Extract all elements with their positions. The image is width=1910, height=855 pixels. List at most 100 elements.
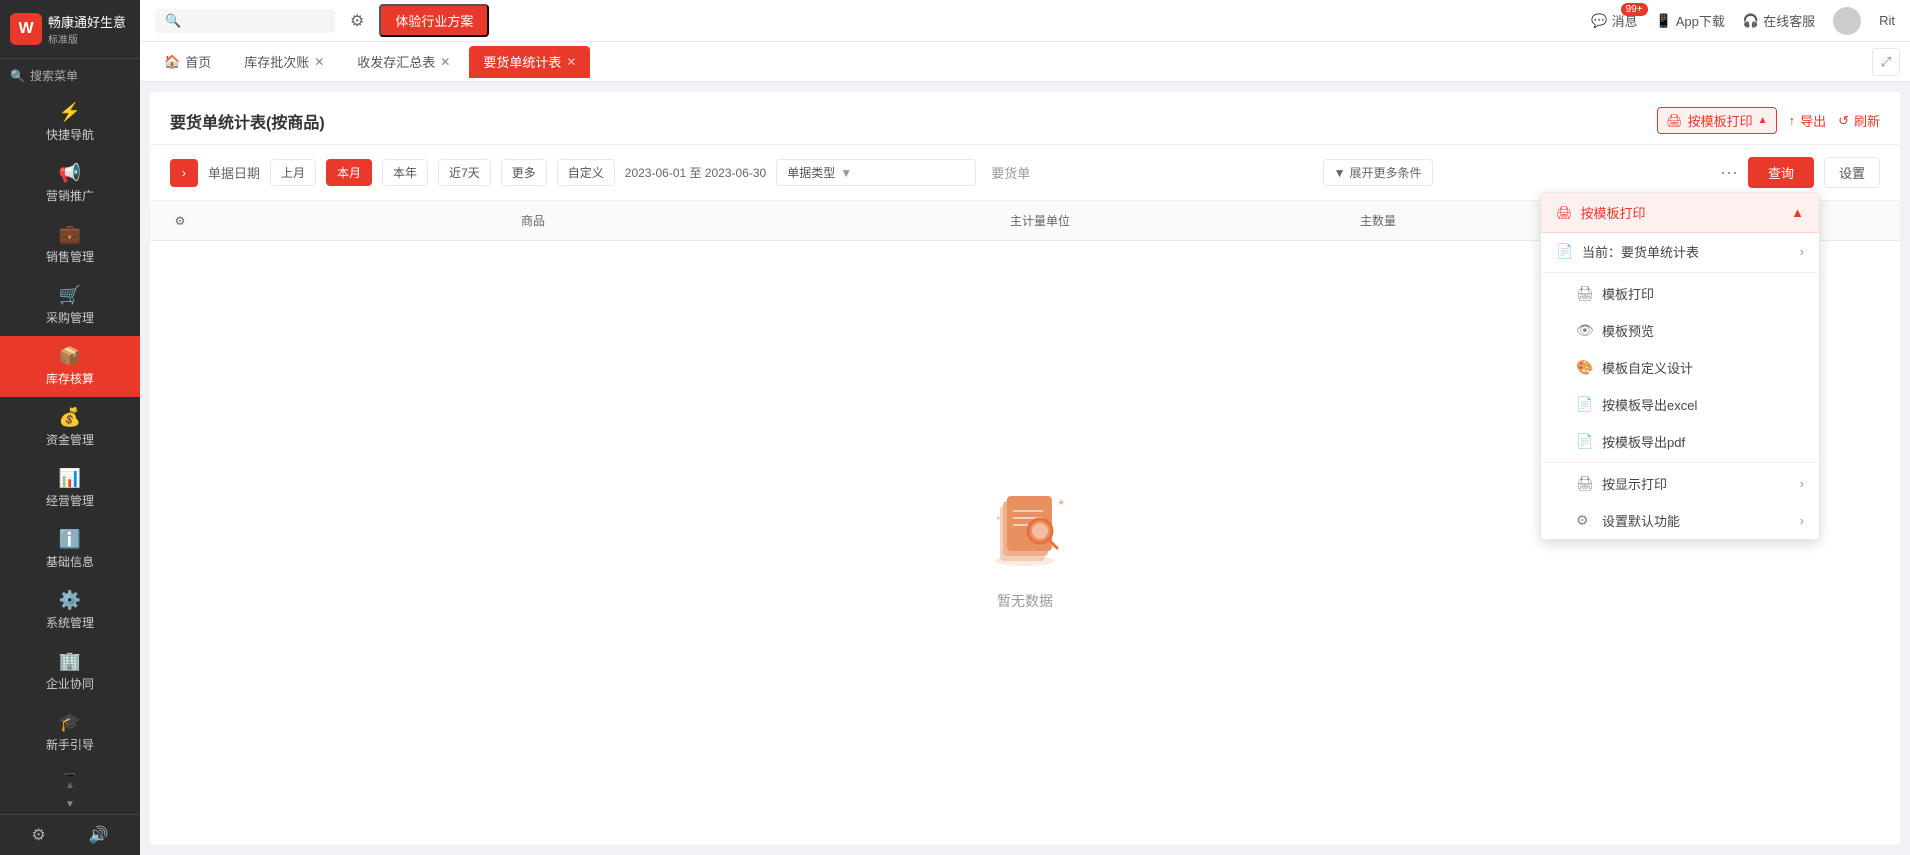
topbar: 🔍 ⚙ 体验行业方案 💬 消息 99+ 📱 App下载 🎧 在线客服 Rit [140, 0, 1910, 42]
app-icon: 📱 [1656, 13, 1672, 29]
tab-receipts-summary[interactable]: 收发存汇总表 ✕ [343, 46, 464, 78]
user-avatar[interactable] [1833, 7, 1861, 35]
refresh-button[interactable]: ↺ 刷新 [1838, 111, 1880, 130]
sidebar: W 畅康通好生意 标准版 🔍 搜索菜单 ⚡ 快捷导航 📢 营销推广 💼 销售管理… [0, 0, 140, 855]
sidebar-item-basic[interactable]: ℹ️ 基础信息 [0, 519, 140, 580]
sidebar-item-app-center[interactable]: 📱 应用中心 [0, 763, 140, 776]
expand-more-button[interactable]: ▼ 展开更多条件 [1323, 159, 1433, 186]
date-label: 单据日期 [208, 163, 260, 182]
chevron-right-icon: › [182, 166, 186, 180]
scroll-up-indicator[interactable]: ▲ [65, 780, 75, 791]
date-current-year[interactable]: 本年 [382, 159, 428, 186]
template-pdf-item[interactable]: 📄 按模板导出pdf [1541, 423, 1819, 460]
empty-text: 暂无数据 [997, 591, 1053, 611]
settings-button[interactable]: 设置 [1824, 157, 1880, 188]
nav-icon-operation: 📊 [59, 468, 81, 489]
sidebar-item-purchase[interactable]: 🛒 采购管理 [0, 275, 140, 336]
nav-icon-finance: 💰 [59, 407, 81, 428]
print-dropdown-title: 🖨 按模板打印 [1556, 203, 1646, 222]
date-current-month[interactable]: 本月 [326, 159, 372, 186]
sidebar-item-sales[interactable]: 💼 销售管理 [0, 214, 140, 275]
settings-icon[interactable]: ⚙ [31, 825, 45, 845]
col-product: 商品 [195, 212, 871, 229]
template-design-icon: 🎨 [1576, 359, 1592, 376]
username-label: Rit [1879, 13, 1895, 28]
date-last-month[interactable]: 上月 [270, 159, 316, 186]
trial-button[interactable]: 体验行业方案 [379, 4, 489, 37]
sidebar-search[interactable]: 🔍 搜索菜单 [0, 59, 140, 92]
tab-home[interactable]: 🏠 首页 [150, 46, 225, 78]
date-custom[interactable]: 自定义 [557, 159, 615, 186]
export-button[interactable]: ↑ 导出 [1789, 111, 1827, 130]
scroll-down-indicator[interactable]: ▼ [65, 799, 75, 810]
nav-icon-quick: ⚡ [59, 102, 81, 123]
display-print-icon: 🖨 [1576, 475, 1592, 492]
filter-toggle-button[interactable]: › [170, 159, 198, 187]
sidebar-item-finance[interactable]: 💰 资金管理 [0, 397, 140, 458]
dropdown-divider-2 [1541, 462, 1819, 463]
speaker-icon[interactable]: 🔊 [89, 825, 109, 845]
current-doc-icon: 📄 [1556, 243, 1572, 260]
query-button[interactable]: 查询 [1748, 157, 1814, 188]
main-area: 🔍 ⚙ 体验行业方案 💬 消息 99+ 📱 App下载 🎧 在线客服 Rit [140, 0, 1910, 855]
sidebar-item-enterprise[interactable]: 🏢 企业协同 [0, 641, 140, 702]
tab-batch-account[interactable]: 库存批次账 ✕ [230, 46, 338, 78]
sidebar-item-system[interactable]: ⚙️ 系统管理 [0, 580, 140, 641]
dropdown-divider-1 [1541, 272, 1819, 273]
sidebar-item-beginner[interactable]: 🎓 新手引导 [0, 702, 140, 763]
date-7days[interactable]: 近7天 [438, 159, 491, 186]
template-print-item[interactable]: 🖨 模板打印 [1541, 275, 1819, 312]
message-icon: 💬 [1591, 13, 1607, 29]
search-icon: 🔍 [10, 69, 25, 83]
refresh-icon: ↺ [1838, 113, 1849, 129]
nav-icon-inventory: 📦 [59, 346, 81, 367]
app-download-button[interactable]: 📱 App下载 [1656, 11, 1725, 30]
template-excel-icon: 📄 [1576, 396, 1592, 413]
col-settings[interactable]: ⚙ [165, 214, 195, 228]
topbar-gear-icon[interactable]: ⚙ [350, 11, 364, 31]
print-dropdown-icon: 🖨 [1556, 205, 1573, 221]
topbar-search-input[interactable] [186, 14, 316, 28]
template-excel-item[interactable]: 📄 按模板导出excel [1541, 386, 1819, 423]
topbar-search-icon: 🔍 [165, 13, 181, 29]
print-current-item[interactable]: 📄 当前：要货单统计表 › [1541, 233, 1819, 270]
logo-text: 畅康通好生意 标准版 [48, 12, 126, 46]
expand-down-icon: ▼ [1334, 166, 1346, 180]
message-button[interactable]: 💬 消息 99+ [1591, 11, 1637, 30]
print-arrow-up-icon: ▲ [1758, 115, 1768, 126]
tab-bar: 🏠 首页 库存批次账 ✕ 收发存汇总表 ✕ 要货单统计表 ✕ ⤢ [140, 42, 1910, 82]
display-print-item[interactable]: 🖨 按显示打印 › [1541, 465, 1819, 502]
print-template-button[interactable]: 🖨 按模板打印 ▲ [1657, 107, 1776, 134]
default-func-item[interactable]: ⚙ 设置默认功能 › [1541, 502, 1819, 539]
print-dropdown-header[interactable]: 🖨 按模板打印 ▲ [1541, 193, 1819, 233]
type-filter-select[interactable]: 单据类型 ▼ [776, 159, 976, 186]
col-unit: 主计量单位 [871, 212, 1209, 229]
svg-text:✦: ✦ [995, 514, 1002, 523]
template-design-item[interactable]: 🎨 模板自定义设计 [1541, 349, 1819, 386]
current-sub-arrow: › [1800, 244, 1804, 259]
topbar-search-box[interactable]: 🔍 [155, 9, 335, 33]
sidebar-item-marketing[interactable]: 📢 营销推广 [0, 153, 140, 214]
template-preview-item[interactable]: 👁 模板预览 [1541, 312, 1819, 349]
date-more[interactable]: 更多 [501, 159, 547, 186]
content-area: 要货单统计表(按商品) 🖨 按模板打印 ▲ ↑ 导出 ↺ 刷新 [140, 82, 1910, 855]
display-print-sub-arrow: › [1800, 476, 1804, 491]
online-service-button[interactable]: 🎧 在线客服 [1743, 11, 1815, 30]
sidebar-item-quick-nav[interactable]: ⚡ 快捷导航 [0, 92, 140, 153]
sidebar-item-inventory[interactable]: 📦 库存核算 [0, 336, 140, 397]
tab-close-receipts[interactable]: ✕ [440, 55, 450, 69]
sidebar-item-operation[interactable]: 📊 经营管理 [0, 458, 140, 519]
page-actions: 🖨 按模板打印 ▲ ↑ 导出 ↺ 刷新 [1657, 107, 1880, 134]
tab-close-order-stats[interactable]: ✕ [566, 55, 576, 69]
tab-order-stats[interactable]: 要货单统计表 ✕ [469, 46, 590, 78]
window-expand-button[interactable]: ⤢ [1872, 48, 1900, 76]
more-options-button[interactable]: ··· [1720, 162, 1738, 183]
sidebar-nav: ⚡ 快捷导航 📢 营销推广 💼 销售管理 🛒 采购管理 📦 库存核算 💰 资金管… [0, 92, 140, 776]
tab-close-batch[interactable]: ✕ [314, 55, 324, 69]
empty-illustration: ✦ ✦ [975, 476, 1075, 576]
nav-icon-system: ⚙️ [59, 590, 81, 611]
expand-icon: ⤢ [1881, 54, 1891, 70]
print-dropdown-collapse-icon[interactable]: ▲ [1791, 205, 1804, 220]
topbar-right: 💬 消息 99+ 📱 App下载 🎧 在线客服 Rit [1591, 7, 1895, 35]
nav-icon-purchase: 🛒 [59, 285, 81, 306]
